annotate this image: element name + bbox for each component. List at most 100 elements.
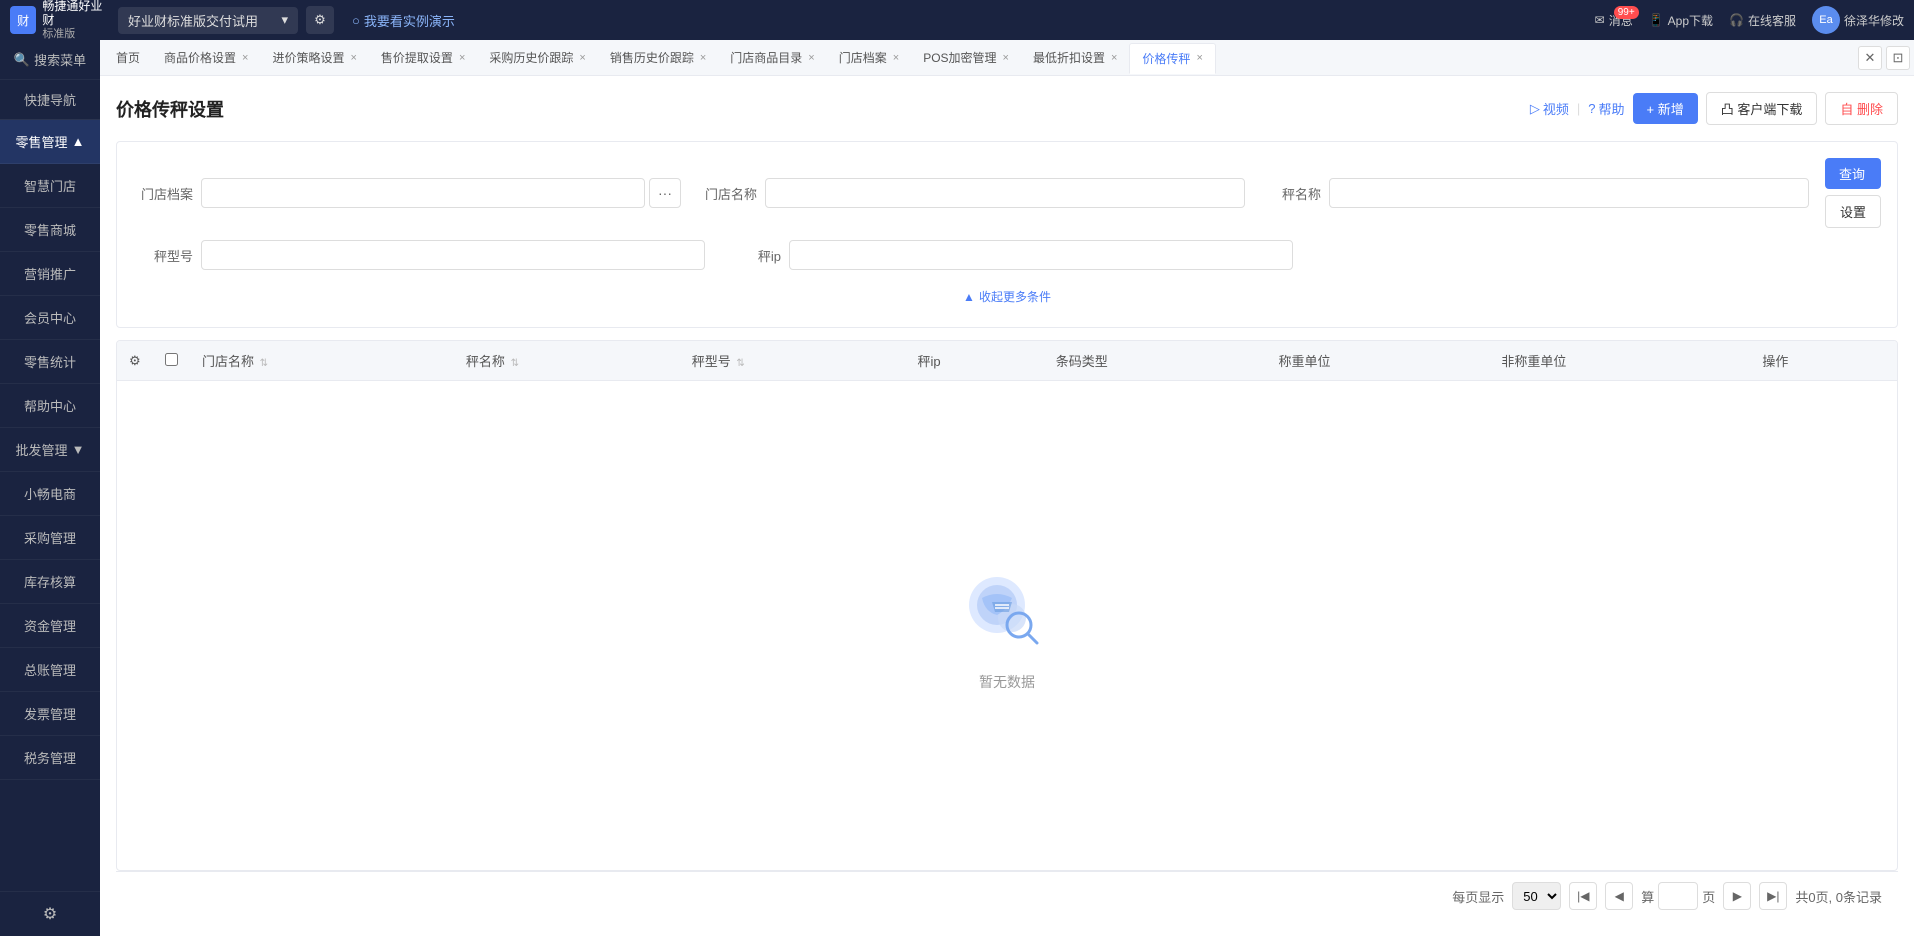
online-service-btn[interactable]: 🎧 在线客服: [1729, 12, 1796, 29]
sidebar-item-general-ledger[interactable]: 总账管理: [0, 648, 100, 692]
col-actions: 操作: [1750, 341, 1897, 381]
scale-name-input[interactable]: [1329, 178, 1809, 208]
tab-close-store-catalog[interactable]: ×: [808, 52, 814, 64]
col-checkbox: [153, 341, 190, 381]
tab-close-pos-mgmt[interactable]: ×: [1003, 52, 1009, 64]
video-link[interactable]: ▷ 视频: [1530, 99, 1569, 118]
tab-close-btn[interactable]: ✕: [1858, 46, 1882, 70]
add-btn[interactable]: + 新增: [1633, 93, 1698, 124]
sidebar-item-invoice-mgmt[interactable]: 发票管理: [0, 692, 100, 736]
sidebar-item-member-center[interactable]: 会员中心: [0, 296, 100, 340]
data-table: ⚙ 门店名称 ⇅ 秤名称 ⇅: [117, 341, 1897, 381]
delete-btn[interactable]: 自 删除: [1825, 92, 1898, 125]
headset-icon: 🎧: [1729, 13, 1744, 27]
form-row-2: 秤型号 秤ip: [133, 240, 1881, 270]
edition-settings-btn[interactable]: ⚙: [306, 6, 334, 34]
tab-goods-price[interactable]: 商品价格设置 ×: [152, 43, 260, 72]
sidebar-item-tax-mgmt[interactable]: 税务管理: [0, 736, 100, 780]
col-scale-model[interactable]: 秤型号 ⇅: [680, 341, 906, 381]
content-area: 首页 商品价格设置 × 进价策略设置 × 售价提取设置 × 采购历史价跟踪 ×: [100, 40, 1914, 936]
page-title: 价格传秤设置: [116, 96, 224, 122]
sidebar-item-retail-mall[interactable]: 零售商城: [0, 208, 100, 252]
message-badge: 99+: [1614, 6, 1639, 19]
store-archive-input[interactable]: [201, 178, 645, 208]
tab-close-min-discount[interactable]: ×: [1111, 52, 1117, 64]
select-all-checkbox[interactable]: [165, 353, 178, 366]
collapse-btn[interactable]: ▲ 收起更多条件: [963, 288, 1051, 305]
page-size-label: 每页显示: [1452, 887, 1504, 906]
store-name-input[interactable]: [765, 178, 1245, 208]
user-menu[interactable]: Ea 徐泽华修改: [1812, 6, 1904, 34]
tab-min-discount[interactable]: 最低折扣设置 ×: [1021, 43, 1129, 72]
tab-store-archive[interactable]: 门店档案 ×: [827, 43, 911, 72]
app-download-btn[interactable]: 📱 App下载: [1649, 12, 1713, 29]
col-settings[interactable]: ⚙: [117, 341, 153, 381]
arrow-down-icon: ▼: [72, 442, 85, 457]
page-header: 价格传秤设置 ▷ 视频 | ? 帮助 + 新增: [116, 92, 1898, 125]
page-label-suffix: 页: [1702, 887, 1715, 906]
tab-maximize-btn[interactable]: ⊡: [1886, 46, 1910, 70]
header-left: 财 畅捷通好业财 标准版 好业财标准版交付试用 ▾ ⚙ ○ 我要看实例演示: [10, 0, 455, 41]
store-name-label: 门店名称: [697, 184, 757, 203]
tab-store-catalog[interactable]: 门店商品目录 ×: [718, 43, 826, 72]
empty-text: 暂无数据: [979, 672, 1035, 692]
tab-purchase-strategy[interactable]: 进价策略设置 ×: [260, 43, 368, 72]
tab-purchase-history[interactable]: 采购历史价跟踪 ×: [477, 43, 597, 72]
sidebar-quick-nav[interactable]: 快捷导航: [0, 80, 100, 120]
sidebar-item-smart-store[interactable]: 智慧门店: [0, 164, 100, 208]
tab-close-purchase-strategy[interactable]: ×: [350, 52, 356, 64]
store-name-field: 门店名称: [697, 178, 1245, 208]
sidebar-item-inventory[interactable]: 库存核算: [0, 560, 100, 604]
first-page-btn[interactable]: |◀: [1569, 882, 1597, 910]
sidebar-item-xiaoban-ecom[interactable]: 小畅电商: [0, 472, 100, 516]
edition-selector[interactable]: 好业财标准版交付试用 ▾: [118, 7, 298, 34]
tab-close-purchase-history[interactable]: ×: [579, 52, 585, 64]
store-archive-dots-btn[interactable]: ···: [649, 178, 681, 208]
sidebar-item-help-center[interactable]: 帮助中心: [0, 384, 100, 428]
sidebar-search[interactable]: 🔍 搜索菜单: [0, 40, 100, 80]
separator: |: [1577, 101, 1580, 116]
tab-close-price-scale[interactable]: ×: [1196, 52, 1202, 64]
sidebar-item-retail-stats[interactable]: 零售统计: [0, 340, 100, 384]
scale-name-label: 秤名称: [1261, 184, 1321, 203]
pagination-bar: 每页显示 50 |◀ ◀ 算 1 页 ▶ ▶| 共0页, 0条记录: [116, 871, 1898, 920]
next-page-btn[interactable]: ▶: [1723, 882, 1751, 910]
sidebar-item-finance-mgmt[interactable]: 资金管理: [0, 604, 100, 648]
tab-price-scale[interactable]: 价格传秤 ×: [1129, 43, 1215, 74]
logo-icon: 财: [10, 6, 36, 34]
sidebar-settings-btn[interactable]: ⚙: [0, 891, 100, 936]
message-btn[interactable]: ✉ 消息 99+: [1595, 12, 1633, 29]
col-store-name[interactable]: 门店名称 ⇅: [190, 341, 454, 381]
last-page-btn[interactable]: ▶|: [1759, 882, 1787, 910]
scale-model-input[interactable]: [201, 240, 705, 270]
page-size-select[interactable]: 50: [1512, 882, 1561, 910]
query-btn[interactable]: 查询: [1825, 158, 1881, 189]
tab-home[interactable]: 首页: [104, 43, 152, 72]
help-link[interactable]: ? 帮助: [1588, 99, 1624, 118]
sidebar: 🔍 搜索菜单 快捷导航 零售管理 ▲ 智慧门店 零售商城 营销推广 会员中心: [0, 40, 100, 936]
download-btn[interactable]: 凸 客户端下载: [1706, 92, 1818, 125]
arrow-icon: ▲: [72, 134, 85, 149]
scale-ip-input[interactable]: [789, 240, 1293, 270]
page-input-group: 算 1 页: [1641, 882, 1715, 910]
sidebar-item-purchase-mgmt[interactable]: 采购管理: [0, 516, 100, 560]
tab-close-sale-price[interactable]: ×: [459, 52, 465, 64]
settings-form-btn[interactable]: 设置: [1825, 195, 1881, 228]
prev-page-btn[interactable]: ◀: [1605, 882, 1633, 910]
sidebar-item-wholesale-mgmt[interactable]: 批发管理 ▼: [0, 428, 100, 472]
sort-icon: ⇅: [511, 358, 519, 369]
message-icon: ✉: [1595, 13, 1605, 27]
col-scale-name[interactable]: 秤名称 ⇅: [454, 341, 680, 381]
sidebar-item-retail-mgmt[interactable]: 零售管理 ▲: [0, 120, 100, 164]
page-number-input[interactable]: 1: [1658, 882, 1698, 910]
tab-close-sales-history[interactable]: ×: [700, 52, 706, 64]
tab-close-store-archive[interactable]: ×: [893, 52, 899, 64]
tab-pos-mgmt[interactable]: POS加密管理 ×: [911, 43, 1021, 72]
scale-ip-label: 秤ip: [721, 246, 781, 265]
tab-sale-price[interactable]: 售价提取设置 ×: [369, 43, 477, 72]
tab-close-goods-price[interactable]: ×: [242, 52, 248, 64]
tab-sales-history[interactable]: 销售历史价跟踪 ×: [598, 43, 718, 72]
top-header: 财 畅捷通好业财 标准版 好业财标准版交付试用 ▾ ⚙ ○ 我要看实例演示 ✉ …: [0, 0, 1914, 40]
sidebar-item-marketing[interactable]: 营销推广: [0, 252, 100, 296]
demo-link[interactable]: ○ 我要看实例演示: [352, 11, 455, 30]
